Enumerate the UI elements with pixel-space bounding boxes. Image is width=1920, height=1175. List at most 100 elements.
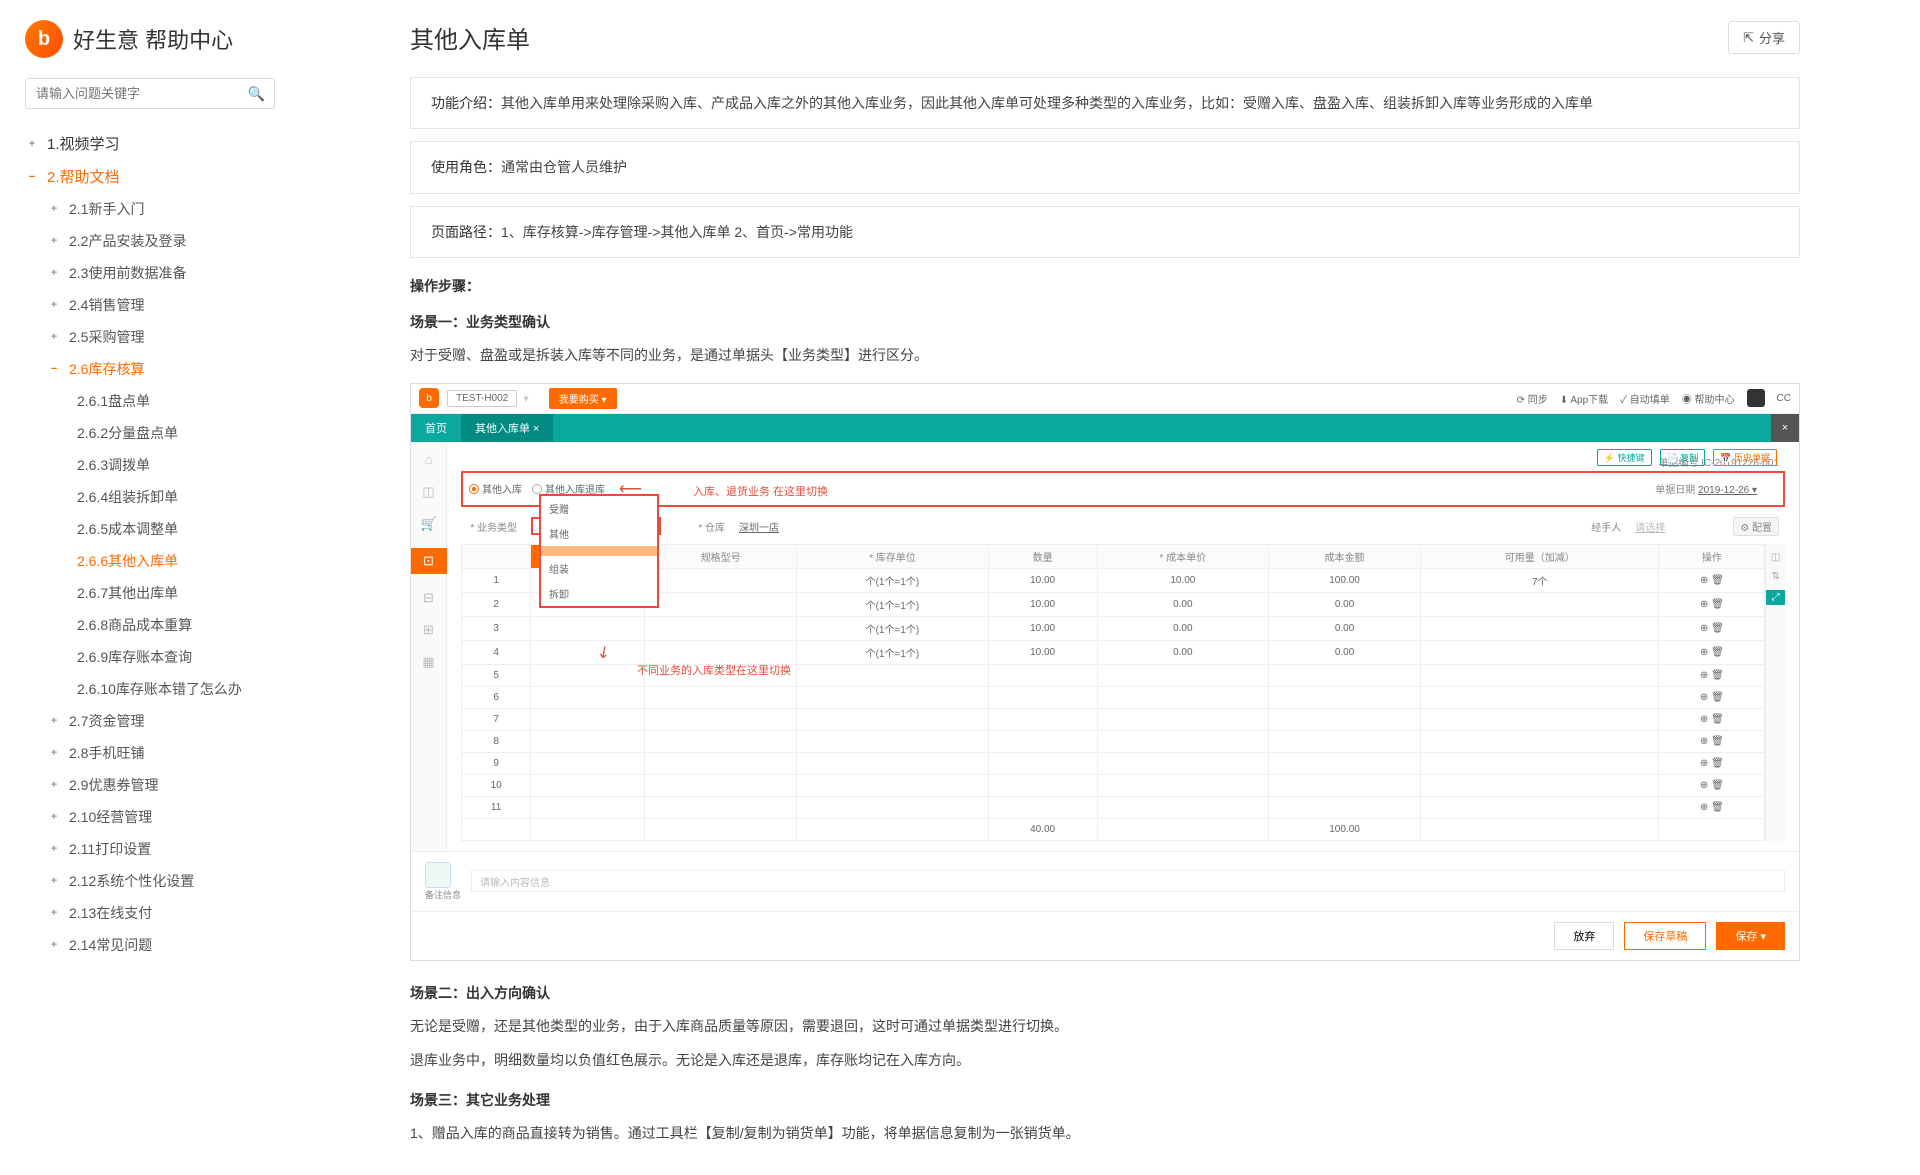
info-box-role: 使用角色：通常由仓管人员维护 xyxy=(410,141,1800,193)
ss-footer: 放弃 保存草稿 保存 ▾ xyxy=(411,911,1799,960)
ss-save-button[interactable]: 保存 ▾ xyxy=(1716,922,1785,950)
ss-annot-2: 不同业务的入库类型在这里切换 xyxy=(637,662,791,678)
minus-icon xyxy=(47,362,61,376)
ss-doc-type-row: 其他入库 其他入库退库 ⟵ 单据日期 2019-12-26 ▾ 入库、退货业务 … xyxy=(461,471,1785,507)
plus-icon xyxy=(47,778,61,792)
nav-item[interactable]: 2.6.10库存账本错了怎么办 xyxy=(25,673,275,705)
nav-item[interactable]: 2.8手机旺铺 xyxy=(25,737,275,769)
minus-icon xyxy=(25,170,39,184)
search-wrap: 🔍 xyxy=(25,78,275,109)
scene2-text1: 无论是受赠，还是其他类型的业务，由于入库商品质量等原因，需要退回，这时可通过单据… xyxy=(410,1013,1800,1040)
nav-item[interactable]: 2.6.8商品成本重算 xyxy=(25,609,275,641)
ss-tab-doc[interactable]: 其他入库单 × xyxy=(461,414,553,442)
plus-icon xyxy=(47,842,61,856)
nav-item[interactable]: 2.14常见问题 xyxy=(25,929,275,961)
main-content: 其他入库单 ⇱ 分享 功能介绍：其他入库单用来处理除采购入库、产成品入库之外的其… xyxy=(300,0,1860,1175)
plus-icon xyxy=(47,906,61,920)
nav-item[interactable]: 2.7资金管理 xyxy=(25,705,275,737)
biz-type-dropdown[interactable]: 受赠 其他 组装 拆卸 xyxy=(539,494,659,608)
ss-tab-home[interactable]: 首页 xyxy=(411,414,461,442)
nav-item[interactable]: 2.2产品安装及登录 xyxy=(25,225,275,257)
chart-icon[interactable]: ⊞ xyxy=(421,622,437,638)
nav-item[interactable]: 1.视频学习 xyxy=(25,127,275,160)
config-button[interactable]: ⚙ 配置 xyxy=(1733,517,1779,536)
money-icon[interactable]: ⊟ xyxy=(421,590,437,606)
ss-date[interactable]: 单据日期 2019-12-26 ▾ xyxy=(1655,481,1757,496)
plus-icon xyxy=(47,234,61,248)
scene1-text: 对于受赠、盘盈或是拆装入库等不同的业务，是通过单据头【业务类型】进行区分。 xyxy=(410,342,1800,369)
search-input[interactable] xyxy=(25,78,275,109)
plus-icon xyxy=(47,202,61,216)
header-row: 其他入库单 ⇱ 分享 xyxy=(410,20,1800,55)
scene3-title: 场景三：其它业务处理 xyxy=(410,1090,1800,1110)
radio-in[interactable]: 其他入库 xyxy=(469,481,522,496)
page-title: 其他入库单 xyxy=(410,20,530,55)
tool-icon[interactable]: ◫ xyxy=(1771,552,1780,563)
nav-item[interactable]: 2.1新手入门 xyxy=(25,193,275,225)
tool-icon[interactable]: ⤢ xyxy=(1766,590,1785,605)
ss-tab-close-all[interactable]: × xyxy=(1771,414,1799,442)
memo-input[interactable]: 请输入内容信息 xyxy=(471,870,1785,892)
ss-buy-button[interactable]: 我要购买 ▾ xyxy=(549,388,617,409)
plus-icon xyxy=(47,874,61,888)
nav-item[interactable]: 2.10经营管理 xyxy=(25,801,275,833)
nav-item[interactable]: 2.6.3调拨单 xyxy=(25,449,275,481)
nav-item[interactable]: 2.6.6其他入库单 xyxy=(25,545,275,577)
nav-item[interactable]: 2.3使用前数据准备 xyxy=(25,257,275,289)
avatar-icon[interactable] xyxy=(1747,389,1765,407)
ss-memo-row: 备注信息 请输入内容信息 xyxy=(411,851,1799,911)
ss-topbar: b TEST-H002 ▾ 我要购买 ▾ ⟳ 同步 ⬇ App下载 ✓ 自动填单… xyxy=(411,384,1799,414)
plus-icon xyxy=(47,938,61,952)
nav-item[interactable]: 2.6.1盘点单 xyxy=(25,385,275,417)
share-button[interactable]: ⇱ 分享 xyxy=(1728,21,1800,54)
logo-icon: b xyxy=(25,20,63,58)
search-icon[interactable]: 🔍 xyxy=(248,85,265,102)
ss-form: 单据编号 IC-20191226-001 其他入库 其他入库退库 ⟵ 单据日期 … xyxy=(447,442,1799,851)
memo-icon xyxy=(425,862,451,888)
nav-item[interactable]: 2.4销售管理 xyxy=(25,289,275,321)
ss-top-links: ⟳ 同步 ⬇ App下载 ✓ 自动填单 ◉ 帮助中心 CC xyxy=(1517,389,1791,407)
nav-item[interactable]: 2.6.9库存账本查询 xyxy=(25,641,275,673)
nav-item[interactable]: 2.12系统个性化设置 xyxy=(25,865,275,897)
cart-icon[interactable]: 🛒 xyxy=(421,516,437,532)
tool-icon[interactable]: ⇅ xyxy=(1771,571,1779,582)
stock-icon[interactable]: ⊡ xyxy=(411,548,447,574)
plus-icon xyxy=(47,266,61,280)
nav-item[interactable]: 2.13在线支付 xyxy=(25,897,275,929)
nav-item[interactable]: 2.6.2分量盘点单 xyxy=(25,417,275,449)
nav-item[interactable]: 2.6.7其他出库单 xyxy=(25,577,275,609)
ss-annot-1: 入库、退货业务 在这里切换 xyxy=(693,483,828,499)
grid-icon[interactable]: ▦ xyxy=(421,654,437,670)
nav-item[interactable]: 2.6库存核算 xyxy=(25,353,275,385)
scene2-title: 场景二：出入方向确认 xyxy=(410,983,1800,1003)
nav-tree: 1.视频学习2.帮助文档2.1新手入门2.2产品安装及登录2.3使用前数据准备2… xyxy=(25,127,275,961)
nav-item[interactable]: 2.9优惠券管理 xyxy=(25,769,275,801)
nav-item[interactable]: 2.6.4组装拆卸单 xyxy=(25,481,275,513)
nav-item[interactable]: 2.11打印设置 xyxy=(25,833,275,865)
scene3-text: 1、赠品入库的商品直接转为销售。通过工具栏【复制/复制为销货单】功能，将单据信息… xyxy=(410,1120,1800,1147)
embedded-screenshot: b TEST-H002 ▾ 我要购买 ▾ ⟳ 同步 ⬇ App下载 ✓ 自动填单… xyxy=(410,383,1800,961)
nav-item[interactable]: 2.6.5成本调整单 xyxy=(25,513,275,545)
ops-title: 操作步骤： xyxy=(410,276,1800,296)
plus-icon xyxy=(47,714,61,728)
plus-icon xyxy=(47,746,61,760)
plus-icon xyxy=(47,330,61,344)
ss-filter-row: * 业务类型 * 仓库深圳一店 经手人请选择 ⚙ 配置 xyxy=(461,513,1785,540)
share-icon: ⇱ xyxy=(1743,30,1754,46)
home-icon[interactable]: ⌂ xyxy=(421,452,437,468)
ss-logo-icon: b xyxy=(419,388,439,408)
ss-cancel-button[interactable]: 放弃 xyxy=(1554,922,1614,950)
info-box-function: 功能介绍：其他入库单用来处理除采购入库、产成品入库之外的其他入库业务，因此其他入… xyxy=(410,77,1800,129)
ss-draft-button[interactable]: 保存草稿 xyxy=(1624,922,1706,950)
scene1-title: 场景一：业务类型确认 xyxy=(410,312,1800,332)
scene2-text2: 退库业务中，明细数量均以负值红色展示。无论是入库还是退库，库存账均记在入库方向。 xyxy=(410,1047,1800,1074)
brand-row: b 好生意 帮助中心 xyxy=(25,20,275,58)
ss-left-rail: ⌂ ◫ 🛒 ⊡ ⊟ ⊞ ▦ xyxy=(411,442,447,851)
nav-item[interactable]: 2.帮助文档 xyxy=(25,160,275,193)
ss-tabs: 首页 其他入库单 × × xyxy=(411,414,1799,442)
shield-icon[interactable]: ◫ xyxy=(421,484,437,500)
plus-icon xyxy=(25,137,39,151)
sidebar: b 好生意 帮助中心 🔍 1.视频学习2.帮助文档2.1新手入门2.2产品安装及… xyxy=(0,0,300,1175)
plus-icon xyxy=(47,298,61,312)
nav-item[interactable]: 2.5采购管理 xyxy=(25,321,275,353)
